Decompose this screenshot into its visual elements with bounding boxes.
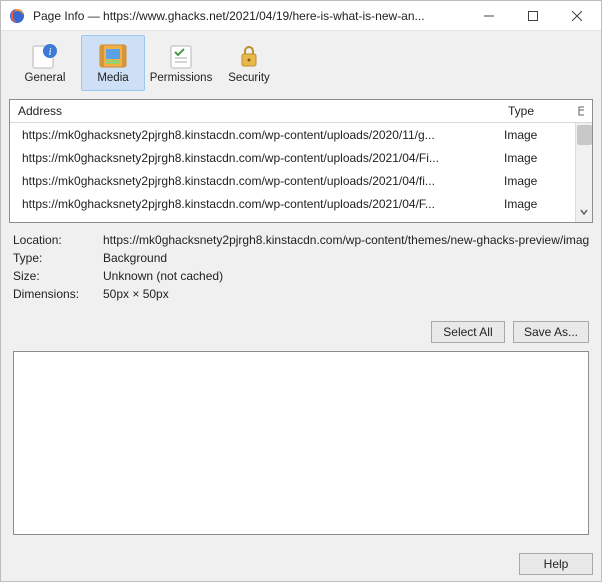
tab-permissions[interactable]: Permissions: [149, 35, 213, 91]
tab-media-label: Media: [97, 72, 128, 84]
media-icon: [97, 42, 129, 70]
maximize-button[interactable]: [511, 2, 555, 30]
lock-icon: [233, 42, 265, 70]
page-info-window: Page Info — https://www.ghacks.net/2021/…: [0, 0, 602, 582]
save-as-button[interactable]: Save As...: [513, 321, 589, 343]
tab-general[interactable]: i General: [13, 35, 77, 91]
scrollbar[interactable]: [575, 123, 592, 222]
info-icon: i: [29, 42, 61, 70]
type-value: Background: [103, 251, 589, 265]
size-label: Size:: [13, 269, 103, 283]
svg-text:i: i: [48, 46, 51, 58]
tab-security-label: Security: [228, 72, 270, 84]
close-button[interactable]: [555, 2, 599, 30]
size-value: Unknown (not cached): [103, 269, 589, 283]
help-button[interactable]: Help: [519, 553, 593, 575]
chevron-down-icon[interactable]: [579, 206, 589, 220]
list-item[interactable]: https://mk0ghacksnety2pjrgh8.kinstacdn.c…: [10, 169, 574, 192]
list-item[interactable]: https://mk0ghacksnety2pjrgh8.kinstacdn.c…: [10, 146, 574, 169]
dimensions-value: 50px × 50px: [103, 287, 589, 301]
tab-media[interactable]: Media: [81, 35, 145, 91]
scrollbar-thumb[interactable]: [577, 125, 592, 145]
firefox-icon: [9, 8, 25, 24]
list-rows: https://mk0ghacksnety2pjrgh8.kinstacdn.c…: [10, 123, 592, 222]
col-address[interactable]: Address: [10, 100, 500, 122]
window-title: Page Info — https://www.ghacks.net/2021/…: [33, 9, 467, 23]
col-options-icon[interactable]: [570, 100, 592, 122]
dimensions-label: Dimensions:: [13, 287, 103, 301]
toolbar: i General Media Permissions Security: [1, 31, 601, 95]
action-buttons: Select All Save As...: [9, 303, 593, 347]
location-label: Location:: [13, 233, 103, 247]
tab-permissions-label: Permissions: [150, 72, 213, 84]
titlebar: Page Info — https://www.ghacks.net/2021/…: [1, 1, 601, 31]
tab-security[interactable]: Security: [217, 35, 281, 91]
media-list[interactable]: Address Type https://mk0ghacksnety2pjrgh…: [9, 99, 593, 223]
col-type[interactable]: Type: [500, 100, 570, 122]
media-details: Location: https://mk0ghacksnety2pjrgh8.k…: [9, 223, 593, 303]
location-value: https://mk0ghacksnety2pjrgh8.kinstacdn.c…: [103, 233, 589, 247]
footer: Help: [1, 547, 601, 581]
list-header: Address Type: [10, 100, 592, 123]
tab-general-label: General: [25, 72, 66, 84]
permissions-icon: [165, 42, 197, 70]
type-label: Type:: [13, 251, 103, 265]
list-item[interactable]: https://mk0ghacksnety2pjrgh8.kinstacdn.c…: [10, 123, 574, 146]
content-area: Address Type https://mk0ghacksnety2pjrgh…: [1, 95, 601, 547]
minimize-button[interactable]: [467, 2, 511, 30]
media-preview: [13, 351, 589, 535]
list-item[interactable]: https://mk0ghacksnety2pjrgh8.kinstacdn.c…: [10, 192, 574, 215]
select-all-button[interactable]: Select All: [431, 321, 505, 343]
